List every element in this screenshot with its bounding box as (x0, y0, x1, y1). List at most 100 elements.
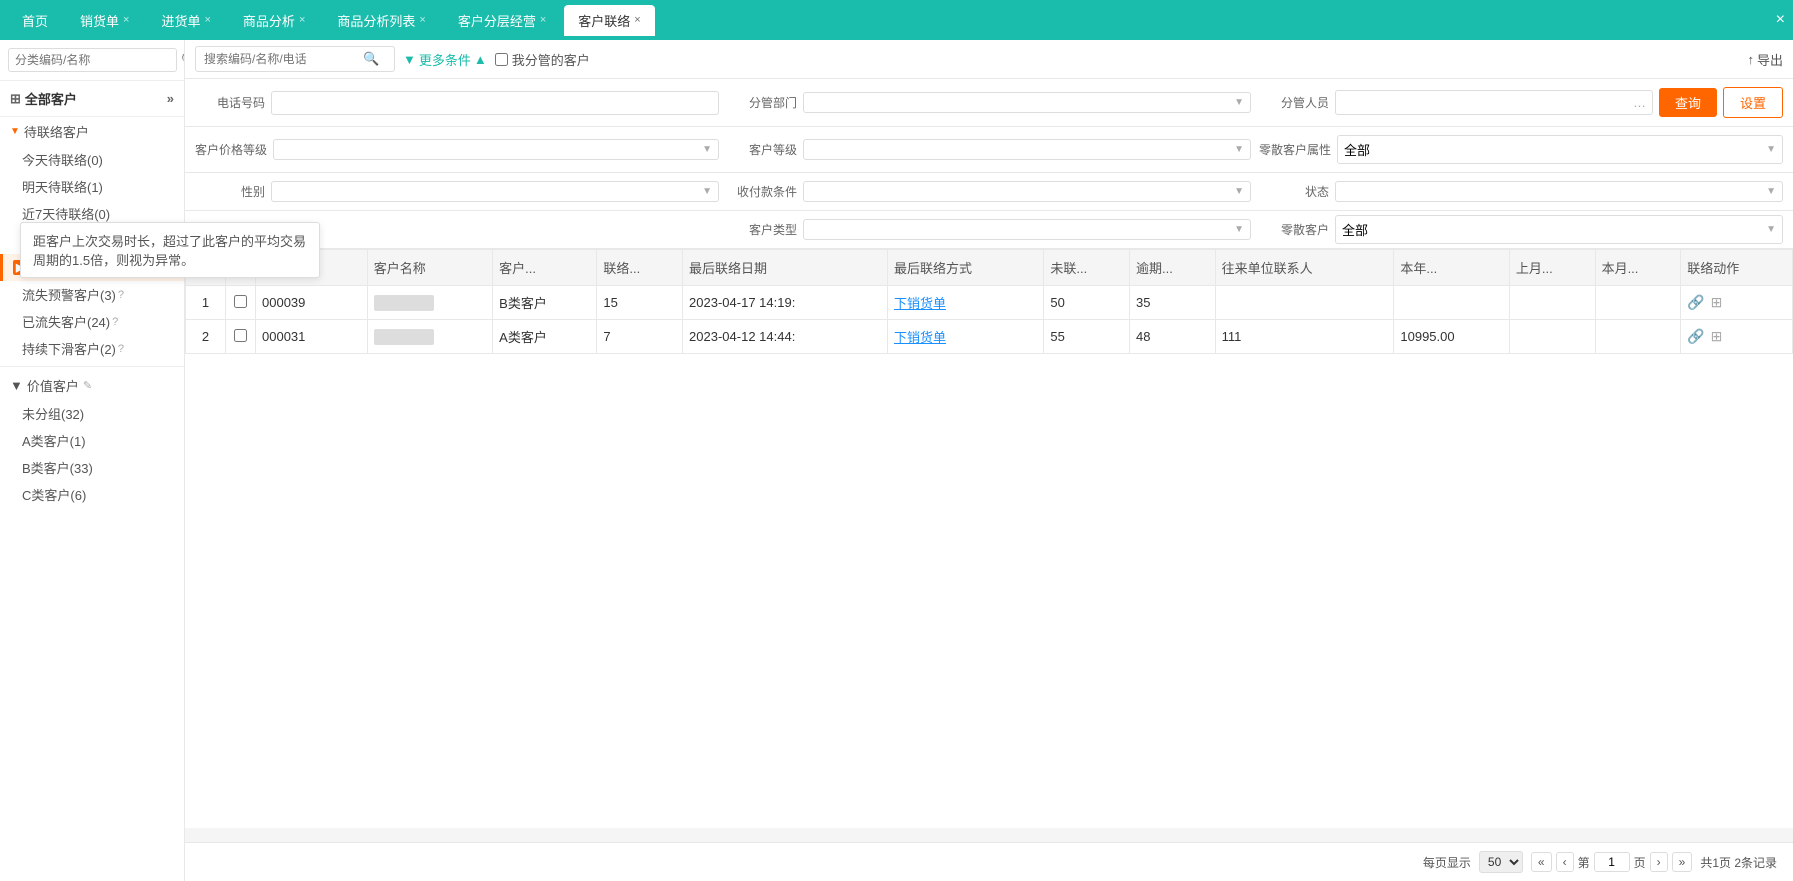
close-customer-layer-icon[interactable]: × (540, 14, 546, 26)
nav-tab-customer-layer[interactable]: 客户分层经营 × (444, 5, 560, 36)
td-name-1 (367, 286, 492, 320)
per-page-select[interactable]: 50 (1479, 851, 1523, 873)
td-last-method-2: 下销货单 (887, 320, 1043, 354)
nav-tab-sales[interactable]: 销货单 × (66, 5, 143, 36)
first-page-button[interactable]: « (1531, 852, 1552, 872)
close-analysis-list-icon[interactable]: × (419, 14, 425, 26)
sidebar-search-input[interactable] (8, 48, 177, 72)
seq-1: 1 (202, 295, 209, 310)
nav-tab-analysis-list[interactable]: 商品分析列表 × (323, 5, 439, 36)
sidebar-item-already-lost[interactable]: 已流失客户(24) ? (0, 308, 184, 335)
edit-icon[interactable]: ✎ (83, 379, 92, 392)
page-label: 第 (1578, 854, 1590, 871)
grid-action-icon-1[interactable]: ⊞ (1711, 294, 1723, 311)
sidebar-item-tomorrow[interactable]: 明天待联络(1) (0, 173, 184, 200)
subperson-select[interactable]: … (1335, 90, 1653, 115)
close-all-button[interactable]: × (1776, 11, 1785, 29)
setting-button[interactable]: 设置 (1723, 87, 1783, 118)
sidebar-item-c-class[interactable]: C类客户(6) (0, 481, 184, 508)
sidebar-item-7days-label: 近7天待联络(0) (22, 204, 110, 223)
th-name-label: 客户名称 (374, 261, 426, 276)
gender-select[interactable]: ▼ (271, 181, 719, 202)
sidebar-value-group-label: 价值客户 (27, 376, 79, 395)
customer-type-label: 客户类型 (727, 221, 797, 238)
customer-type-select[interactable]: ▼ (803, 219, 1251, 240)
sidebar-value-group[interactable]: ▼ 价值客户 ✎ (0, 371, 184, 400)
nav-tab-home-label: 首页 (22, 11, 48, 30)
export-button[interactable]: ↑ 导出 (1747, 50, 1783, 69)
status-select[interactable]: ▼ (1335, 181, 1783, 202)
close-sales-icon[interactable]: × (123, 14, 129, 26)
uncontact-1: 50 (1050, 295, 1064, 310)
close-customer-contact-icon[interactable]: × (634, 14, 640, 26)
filter-row-retail-attr: 零散客户属性 全部 ▼ (1259, 135, 1783, 164)
filter-search-icon[interactable]: 🔍 (363, 51, 379, 67)
td-uncontact-2: 55 (1044, 320, 1130, 354)
my-customer-checkbox[interactable] (495, 53, 508, 66)
th-class-label: 客户... (499, 261, 536, 276)
contact-count-1: 15 (603, 295, 617, 310)
sidebar-all-customers[interactable]: ⊞ 全部客户 » (0, 81, 184, 117)
filter-more-button[interactable]: ▼ 更多条件 ▲ (403, 50, 487, 69)
page-suffix: 页 (1634, 854, 1646, 871)
td-last-method-1: 下销货单 (887, 286, 1043, 320)
bottom-scrollbar[interactable] (185, 828, 1793, 842)
prev-page-button[interactable]: ‹ (1556, 852, 1574, 872)
last-method-2[interactable]: 下销货单 (894, 330, 946, 345)
next-page-button[interactable]: › (1650, 852, 1668, 872)
nav-tab-home[interactable]: 首页 (8, 5, 62, 36)
customer-level-select[interactable]: ▼ (803, 139, 1251, 160)
last-page-button[interactable]: » (1672, 852, 1693, 872)
triangle-value-icon: ▼ (10, 378, 23, 393)
status-arrow-icon: ▼ (1766, 186, 1776, 197)
table-header-row: ⚙ 客户编码 客户名称 客户... (186, 250, 1793, 286)
td-name-2 (367, 320, 492, 354)
already-lost-info-icon[interactable]: ? (112, 316, 118, 328)
sidebar-item-declining[interactable]: 持续下滑客户(2) ? (0, 335, 184, 362)
sidebar-item-unsorted[interactable]: 未分组(32) (0, 400, 184, 427)
nav-tab-customer-contact[interactable]: 客户联络 × (564, 5, 654, 36)
status-label: 状态 (1259, 183, 1329, 200)
subdept-select[interactable]: ▼ (803, 92, 1251, 113)
close-analysis-icon[interactable]: × (299, 14, 305, 26)
close-purchase-icon[interactable]: × (204, 14, 210, 26)
dots-btn[interactable]: … (1633, 95, 1646, 110)
payment-select[interactable]: ▼ (803, 181, 1251, 202)
sidebar-item-a-class[interactable]: A类客户(1) (0, 427, 184, 454)
sidebar-pending-group[interactable]: ▼ 待联络客户 (0, 117, 184, 146)
phone-input[interactable] (271, 91, 719, 115)
last-date-2: 2023-04-12 14:44: (689, 329, 795, 344)
page-input[interactable] (1594, 852, 1630, 872)
sidebar-collapse-icon[interactable]: » (167, 91, 174, 106)
price-level-select[interactable]: ▼ (273, 139, 719, 160)
filter-row-customer-type: 客户类型 ▼ (727, 215, 1251, 244)
sidebar-a-class-label: A类客户(1) (22, 431, 86, 450)
lost-pre-info-icon[interactable]: ? (118, 289, 124, 301)
code-2: 000031 (262, 329, 305, 344)
query-button[interactable]: 查询 (1659, 88, 1717, 117)
th-overdue: 逾期... (1130, 250, 1216, 286)
th-last-month-label: 上月... (1516, 261, 1553, 276)
grid-action-icon-2[interactable]: ⊞ (1711, 328, 1723, 345)
sidebar-item-today[interactable]: 今天待联络(0) (0, 146, 184, 173)
sidebar-item-lost-pre[interactable]: 流失预警客户(3) ? (0, 281, 184, 308)
filter-row-gender: 性别 ▼ (195, 181, 719, 202)
retail-customer-select[interactable]: 全部 ▼ (1335, 215, 1783, 244)
filter-form: 电话号码 分管部门 ▼ 分管人员 … 查询 设置 (185, 79, 1793, 127)
row-2-checkbox[interactable] (234, 329, 247, 342)
retail-attr-select[interactable]: 全部 ▼ (1337, 135, 1783, 164)
link-icon-1[interactable]: 🔗 (1687, 294, 1704, 311)
sidebar-pending-group-label: 待联络客户 (24, 122, 89, 141)
last-method-1[interactable]: 下销货单 (894, 296, 946, 311)
sidebar-search-area: 🔍 (0, 40, 184, 81)
filter-search-input[interactable] (204, 52, 359, 66)
nav-tab-analysis[interactable]: 商品分析 × (229, 5, 319, 36)
link-icon-2[interactable]: 🔗 (1687, 328, 1704, 345)
nav-tab-purchase[interactable]: 进货单 × (147, 5, 224, 36)
row-1-checkbox[interactable] (234, 295, 247, 308)
declining-info-icon[interactable]: ? (118, 343, 124, 355)
class-2: A类客户 (499, 330, 547, 345)
grid-icon: ⊞ (10, 91, 21, 107)
triangle-down-icon: ▼ (10, 126, 20, 137)
sidebar-item-b-class[interactable]: B类客户(33) (0, 454, 184, 481)
